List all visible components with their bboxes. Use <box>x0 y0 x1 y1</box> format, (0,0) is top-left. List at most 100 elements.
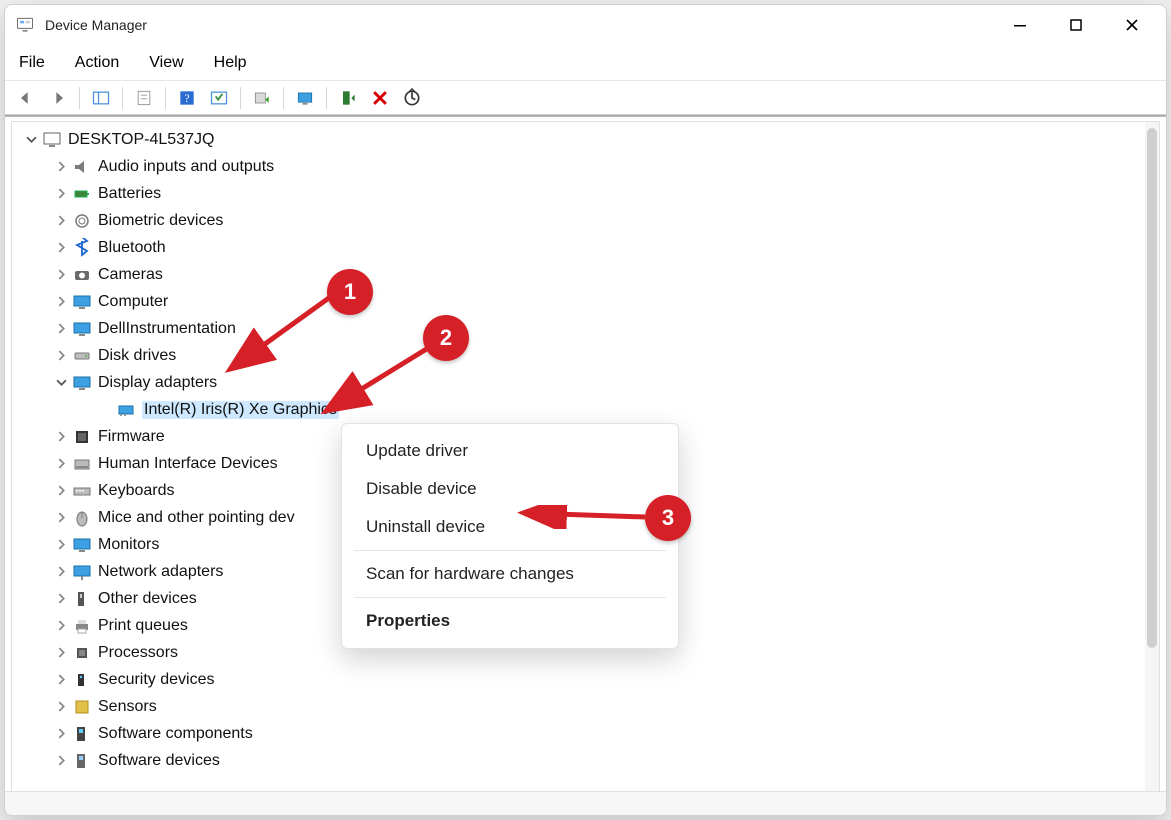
chevron-right-icon[interactable] <box>52 266 70 284</box>
uninstall-device-button[interactable] <box>365 84 395 112</box>
forward-button[interactable] <box>43 84 73 112</box>
tree-category-label: Batteries <box>98 185 161 203</box>
titlebar: Device Manager <box>5 5 1166 45</box>
camera-icon <box>72 265 92 285</box>
vertical-scrollbar[interactable] <box>1145 122 1159 794</box>
chevron-right-icon[interactable] <box>52 320 70 338</box>
close-button[interactable] <box>1104 7 1160 43</box>
menu-action[interactable]: Action <box>71 50 123 76</box>
back-button[interactable] <box>11 84 41 112</box>
properties-button[interactable] <box>129 84 159 112</box>
chevron-right-icon[interactable] <box>52 158 70 176</box>
tree-category-label: Keyboards <box>98 482 175 500</box>
tree-category[interactable]: Batteries <box>18 180 1145 207</box>
disable-device-button[interactable] <box>397 84 427 112</box>
display-icon <box>72 373 92 393</box>
ctx-update-driver[interactable]: Update driver <box>342 432 678 470</box>
ctx-disable-device[interactable]: Disable device <box>342 470 678 508</box>
tree-category-label: Network adapters <box>98 563 223 581</box>
ctx-scan-hardware[interactable]: Scan for hardware changes <box>342 555 678 593</box>
computer-icon <box>72 292 92 312</box>
window-title: Device Manager <box>45 17 147 33</box>
mouse-icon <box>72 508 92 528</box>
chevron-right-icon[interactable] <box>52 509 70 527</box>
scrollbar-thumb[interactable] <box>1147 128 1157 648</box>
tree-category-label: Software components <box>98 725 253 743</box>
monitor-icon <box>72 319 92 339</box>
chevron-right-icon[interactable] <box>52 212 70 230</box>
minimize-button[interactable] <box>992 7 1048 43</box>
tree-category[interactable]: Audio inputs and outputs <box>18 153 1145 180</box>
chevron-right-icon[interactable] <box>52 428 70 446</box>
tree-device[interactable]: Intel(R) Iris(R) Xe Graphics <box>18 396 1145 423</box>
chevron-right-icon[interactable] <box>52 536 70 554</box>
chevron-right-icon[interactable] <box>52 590 70 608</box>
menu-view[interactable]: View <box>145 50 187 76</box>
chevron-right-icon[interactable] <box>52 617 70 635</box>
tree-category-label: Display adapters <box>98 374 217 392</box>
scan-hardware-button[interactable] <box>290 84 320 112</box>
tree-category[interactable]: Security devices <box>18 666 1145 693</box>
tree-category-label: Biometric devices <box>98 212 223 230</box>
sensor-icon <box>72 697 92 717</box>
chevron-right-icon[interactable] <box>52 644 70 662</box>
chevron-right-icon[interactable] <box>52 185 70 203</box>
help-button[interactable]: ? <box>172 84 202 112</box>
menu-file[interactable]: File <box>15 50 49 76</box>
tree-category[interactable]: Biometric devices <box>18 207 1145 234</box>
svg-text:?: ? <box>184 92 189 105</box>
maximize-button[interactable] <box>1048 7 1104 43</box>
tree-category[interactable]: Sensors <box>18 693 1145 720</box>
chevron-right-icon[interactable] <box>52 725 70 743</box>
chevron-right-icon[interactable] <box>52 671 70 689</box>
chevron-right-icon[interactable] <box>52 563 70 581</box>
enable-device-button[interactable] <box>333 84 363 112</box>
tree-category[interactable]: Computer <box>18 288 1145 315</box>
tree-category[interactable]: DellInstrumentation <box>18 315 1145 342</box>
tree-category-label: Human Interface Devices <box>98 455 278 473</box>
hid-icon <box>72 454 92 474</box>
ctx-properties[interactable]: Properties <box>342 602 678 640</box>
chevron-down-icon[interactable] <box>52 374 70 392</box>
show-hide-console-tree-button[interactable] <box>86 84 116 112</box>
toolbar: ? <box>5 81 1166 115</box>
menu-bar: File Action View Help <box>5 45 1166 81</box>
tree-category[interactable]: Software components <box>18 720 1145 747</box>
chevron-right-icon[interactable] <box>52 482 70 500</box>
annotation-badge-1: 1 <box>327 269 373 315</box>
tree-category[interactable]: Disk drives <box>18 342 1145 369</box>
ctx-uninstall-device[interactable]: Uninstall device <box>342 508 678 546</box>
chevron-right-icon[interactable] <box>52 347 70 365</box>
update-driver-button[interactable] <box>247 84 277 112</box>
biometric-icon <box>72 211 92 231</box>
chevron-right-icon[interactable] <box>52 698 70 716</box>
chevron-right-icon[interactable] <box>52 293 70 311</box>
tree-category-label: Security devices <box>98 671 215 689</box>
tree-category[interactable]: Bluetooth <box>18 234 1145 261</box>
menu-help[interactable]: Help <box>210 50 251 76</box>
software-icon <box>72 724 92 744</box>
tree-category-label: DellInstrumentation <box>98 320 236 338</box>
monitor-icon <box>72 535 92 555</box>
tree-category-label: Audio inputs and outputs <box>98 158 274 176</box>
tree-category-label: Bluetooth <box>98 239 166 257</box>
chevron-right-icon[interactable] <box>52 752 70 770</box>
tree-category[interactable]: Software devices <box>18 747 1145 774</box>
printer-icon <box>72 616 92 636</box>
tree-root-label: DESKTOP-4L537JQ <box>68 131 214 149</box>
action-list-button[interactable] <box>204 84 234 112</box>
gpu-icon <box>116 400 136 420</box>
annotation-badge-2: 2 <box>423 315 469 361</box>
tree-category-label: Sensors <box>98 698 157 716</box>
chevron-right-icon[interactable] <box>52 239 70 257</box>
chevron-right-icon[interactable] <box>52 455 70 473</box>
tree-root[interactable]: DESKTOP-4L537JQ <box>18 126 1145 153</box>
tree-category[interactable]: Display adapters <box>18 369 1145 396</box>
computer-icon <box>42 130 62 150</box>
ctx-separator <box>354 597 666 598</box>
tree-category[interactable]: Cameras <box>18 261 1145 288</box>
chevron-down-icon[interactable] <box>22 131 40 149</box>
software2-icon <box>72 751 92 771</box>
tree-category-label: Print queues <box>98 617 188 635</box>
tree-category-label: Other devices <box>98 590 197 608</box>
